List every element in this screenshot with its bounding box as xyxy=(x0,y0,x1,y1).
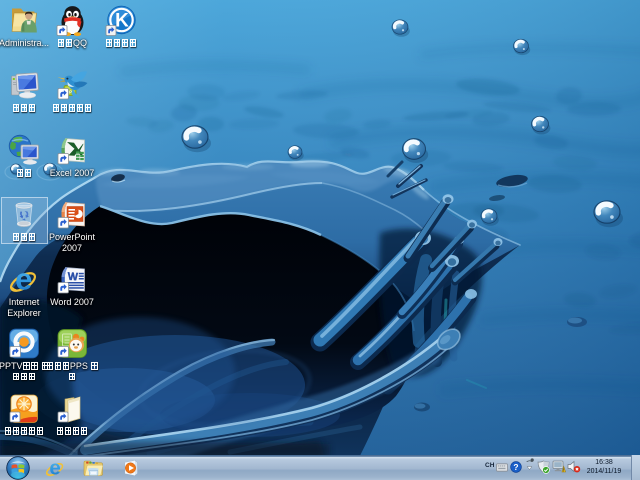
svg-text:e: e xyxy=(49,457,60,480)
svg-text:?: ? xyxy=(513,462,518,472)
svg-text:e: e xyxy=(15,263,32,297)
svg-text:K: K xyxy=(115,11,129,32)
